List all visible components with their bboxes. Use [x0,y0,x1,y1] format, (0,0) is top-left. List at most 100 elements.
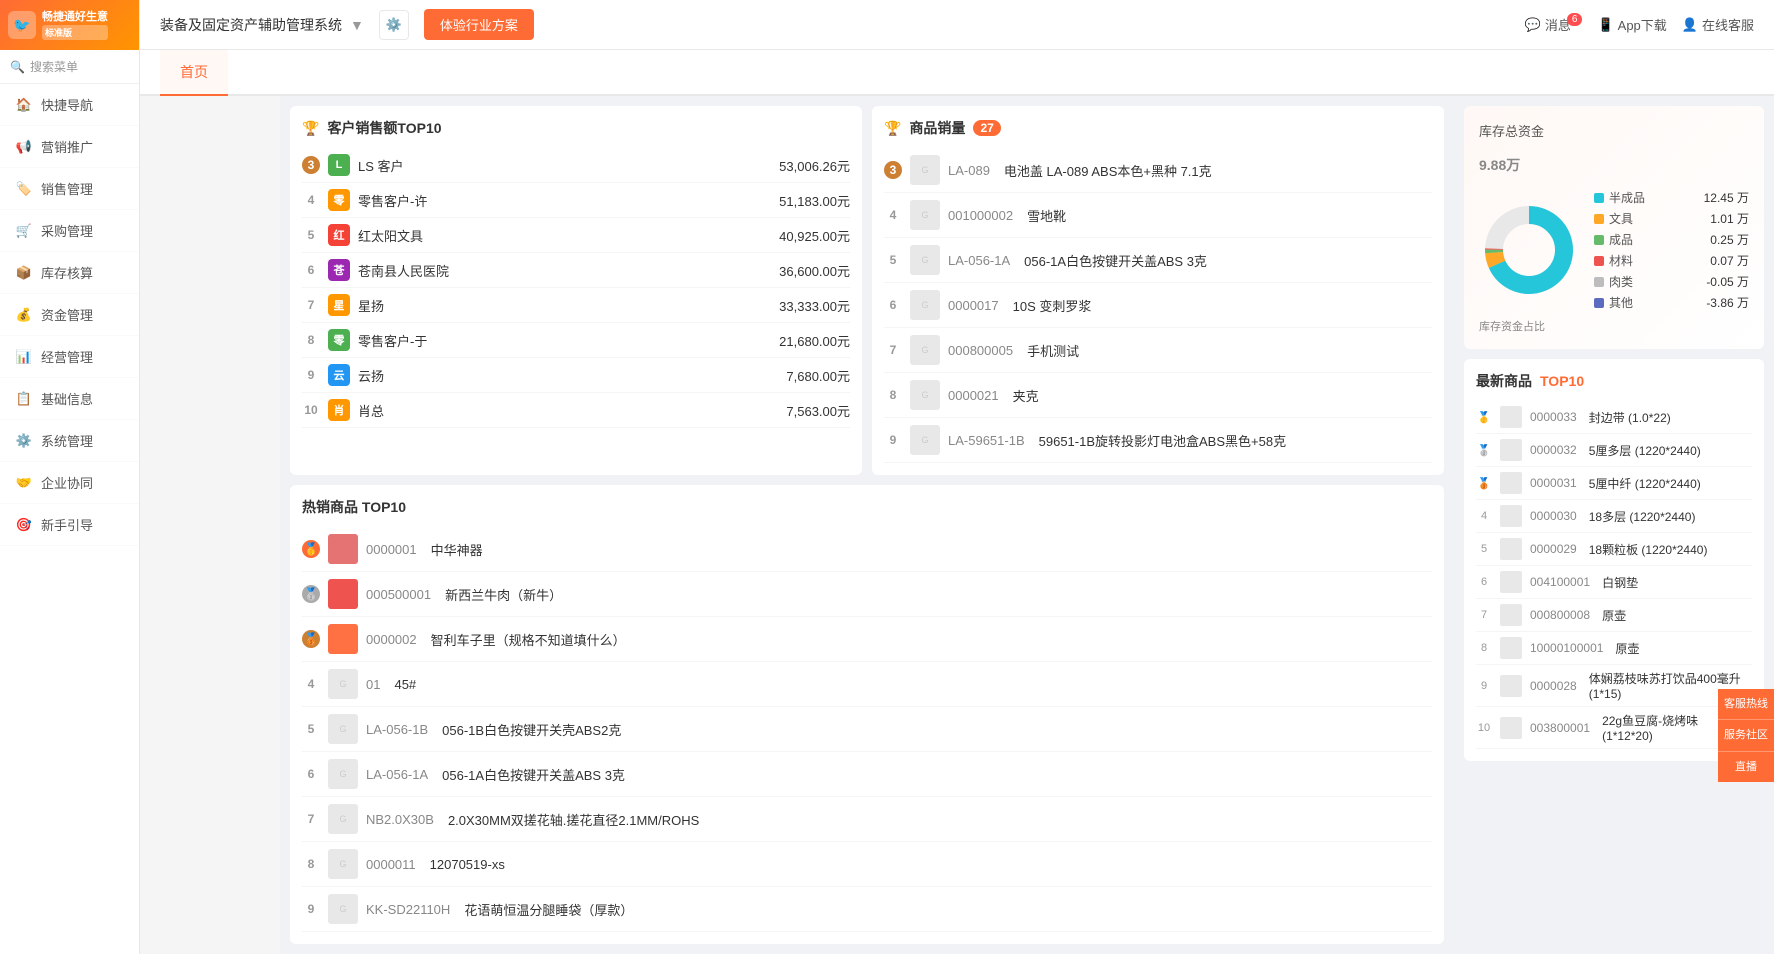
product-name: 封边带 (1.0*22) [1589,409,1752,426]
inventory-card: 库存总资金 9.88万 [1464,106,1764,349]
inventory-unit: 万 [1506,157,1520,173]
product-rank-card: 🏆 商品销量 27 3 G LA-089 电池盖 LA-089 ABS本色+黑种… [872,106,1444,475]
product-name: 手机测试 [1027,341,1432,360]
gear-button[interactable]: ⚙️ [379,10,409,40]
sidebar-item-8[interactable]: ⚙️系统管理 [0,420,139,462]
rank-number: 🥈 [1476,444,1492,457]
dropdown-arrow[interactable]: ▼ [350,17,364,33]
sidebar-label-5: 资金管理 [41,305,93,324]
trial-button[interactable]: 体验行业方案 [424,9,534,40]
list-item: 3 G LA-089 电池盖 LA-089 ABS本色+黑种 7.1克 [884,148,1432,193]
legend-dot [1594,235,1604,245]
product-thumb [328,624,358,654]
legend-value: 0.25 万 [1710,231,1749,248]
rank-number: 10 [1476,722,1492,734]
list-item: 5 G LA-056-1B 056-1B白色按键开关壳ABS2克 [302,707,1432,752]
product-code: 0000011 [366,857,416,872]
list-item: 7 G NB2.0X30B 2.0X30MM双搓花轴.搓花直径2.1MM/ROH… [302,797,1432,842]
rank-number: 7 [302,296,320,314]
sidebar-item-3[interactable]: 🛒采购管理 [0,210,139,252]
new-products-title-highlight: TOP10 [1540,373,1584,389]
sidebar-icon-6: 📊 [15,348,33,366]
rank-name: 零售客户-于 [358,331,771,350]
online-service-button[interactable]: 👤 在线客服 [1682,15,1754,34]
center-area: 🏆 客户销售额TOP10 3 L LS 客户 53,006.26元 4 零 零售… [280,96,1454,954]
list-item: 🥇 0000033 封边带 (1.0*22) [1476,401,1752,434]
sidebar-item-6[interactable]: 📊经营管理 [0,336,139,378]
rank-number: 5 [302,720,320,738]
sidebar-icon-4: 📦 [15,264,33,282]
customer-rank-card: 🏆 客户销售额TOP10 3 L LS 客户 53,006.26元 4 零 零售… [290,106,862,475]
customer-rank-list: 3 L LS 客户 53,006.26元 4 零 零售客户-许 51,183.0… [302,148,850,428]
sidebar-item-7[interactable]: 📋基础信息 [0,378,139,420]
list-item: 🥇 0000001 中华神器 [302,527,1432,572]
product-thumb: G [328,669,358,699]
legend-item: 成品 0.25 万 [1594,229,1749,250]
float-button-1[interactable]: 服务社区 [1718,720,1774,751]
sidebar-icon-0: 🏠 [15,96,33,114]
product-code: LA-089 [948,163,990,178]
product-code: 001000002 [948,208,1013,223]
rank-name: 肖总 [358,401,778,420]
sidebar-item-9[interactable]: 🤝企业协同 [0,462,139,504]
sidebar-item-4[interactable]: 📦库存核算 [0,252,139,294]
sidebar-item-2[interactable]: 🏷️销售管理 [0,168,139,210]
product-name: 5厘多层 (1220*2440) [1589,442,1752,459]
sidebar-label-1: 营销推广 [41,137,93,156]
legend-item: 文具 1.01 万 [1594,208,1749,229]
rank-number: 7 [884,341,902,359]
inventory-chart-label: 库存资金占比 [1479,318,1749,334]
float-button-2[interactable]: 直播 [1718,752,1774,782]
product-name: 12070519-xs [430,857,1432,872]
sidebar-label-3: 采购管理 [41,221,93,240]
rank-number: 🥈 [302,585,320,603]
list-item: 5 0000029 18颗粒板 (1220*2440) [1476,533,1752,566]
hot-products-list: 🥇 0000001 中华神器 🥈 000500001 新西兰牛肉（新牛） 🥉 0… [302,527,1432,932]
rank-number: 🥇 [302,540,320,558]
product-name: 雪地靴 [1027,206,1432,225]
rank-amount: 21,680.00元 [779,331,850,350]
rank-name: 红太阳文具 [358,226,771,245]
logo-icon: 🐦 [8,11,36,39]
sidebar-logo: 🐦 畅捷通好生意 标准版 [0,0,139,50]
list-item: 7 000800008 原壶 [1476,599,1752,632]
sidebar-item-10[interactable]: 🎯新手引导 [0,504,139,546]
search-icon: 🔍 [10,60,25,74]
app-download-button[interactable]: 📱 App下载 [1597,15,1666,34]
product-rank-badge: 27 [973,120,1000,136]
tab-home[interactable]: 首页 [160,50,228,96]
sidebar-item-0[interactable]: 🏠快捷导航 [0,84,139,126]
sidebar-icon-1: 📢 [15,138,33,156]
sidebar-icon-7: 📋 [15,390,33,408]
sidebar-item-5[interactable]: 💰资金管理 [0,294,139,336]
sidebar-icon-2: 🏷️ [15,180,33,198]
legend-label: 半成品 [1609,189,1699,206]
rank-number: 4 [302,675,320,693]
sidebar-icon-9: 🤝 [15,474,33,492]
list-item: 6 004100001 白钢垫 [1476,566,1752,599]
messages-button[interactable]: 💬 消息 6 [1525,15,1583,34]
search-menu[interactable]: 🔍 搜索菜单 [10,58,129,75]
product-code: 0000033 [1530,410,1577,424]
list-item: 🥈 0000032 5厘多层 (1220*2440) [1476,434,1752,467]
sidebar-item-1[interactable]: 📢 营销推广 [0,126,139,168]
product-code: 0000001 [366,542,417,557]
rank-number: 9 [302,366,320,384]
product-code: 004100001 [1530,575,1590,589]
header: 装备及固定资产辅助管理系统 ▼ ⚙️ 体验行业方案 💬 消息 6 📱 App下载… [140,0,1774,50]
product-code: 10000100001 [1530,641,1603,655]
float-button-0[interactable]: 客服热线 [1718,689,1774,720]
sidebar: 🐦 畅捷通好生意 标准版 🔍 搜索菜单 🏠快捷导航 📢 营销推广 🏷️销售管理🛒采购管… [0,0,140,954]
rank-number: 5 [884,251,902,269]
list-item: 🥉 0000031 5厘中纤 (1220*2440) [1476,467,1752,500]
rank-number: 3 [302,156,320,174]
list-item: 8 零 零售客户-于 21,680.00元 [302,323,850,358]
rank-name: 零售客户-许 [358,191,771,210]
rank-number: 8 [302,855,320,873]
product-name: 新西兰牛肉（新牛） [445,585,1432,604]
sidebar-search-area[interactable]: 🔍 搜索菜单 [0,50,139,84]
right-panel: 库存总资金 9.88万 [1454,96,1774,954]
legend-item: 其他 -3.86 万 [1594,292,1749,313]
system-title-area: 装备及固定资产辅助管理系统 ▼ [160,15,364,35]
list-item: 🥉 0000002 智利车子里（规格不知道填什么） [302,617,1432,662]
